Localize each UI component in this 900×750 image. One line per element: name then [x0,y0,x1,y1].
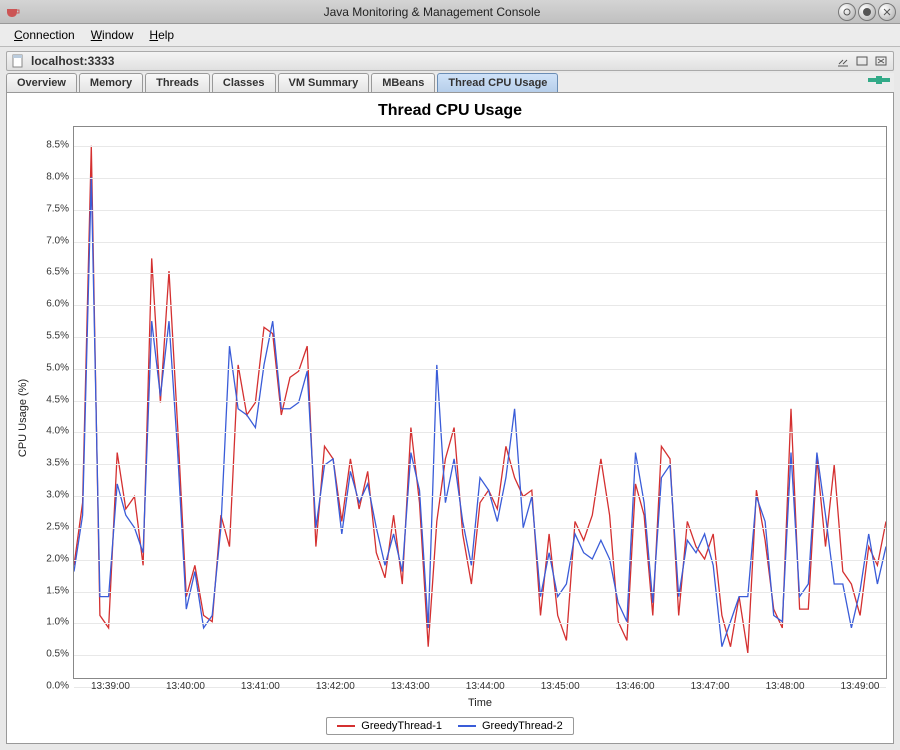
menu-connection[interactable]: Connection [6,26,83,44]
y-tick-label: 5.0% [46,362,69,373]
tab-memory[interactable]: Memory [79,73,143,92]
y-axis-label: CPU Usage (%) [17,378,29,456]
x-tick-label: 13:42:00 [316,681,355,692]
window-titlebar: Java Monitoring & Management Console [0,0,900,24]
internal-frame-header: localhost:3333 [6,51,894,71]
y-tick-label: 1.0% [46,617,69,628]
tab-classes[interactable]: Classes [212,73,276,92]
legend-label: GreedyThread-1 [361,720,442,732]
window-title: Java Monitoring & Management Console [26,5,838,19]
minimize-button[interactable] [838,3,856,21]
connection-address: localhost:3333 [31,54,832,68]
y-axis-ticks: 0.0% 0.5% 1.0% 1.5% 2.0% 2.5% 3.0% 3.5% 4.0% 4.5%… [33,126,73,709]
x-tick-label: 13:46:00 [616,681,655,692]
internal-close-button[interactable] [873,54,889,68]
y-tick-label: 8.5% [46,140,69,151]
internal-maximize-button[interactable] [854,54,870,68]
y-tick-label: 0.0% [46,681,69,692]
legend-item: GreedyThread-1 [337,720,442,732]
x-tick-label: 13:40:00 [166,681,205,692]
tab-overview[interactable]: Overview [6,73,77,92]
x-tick-label: 13:49:00 [841,681,880,692]
legend-swatch [337,725,355,727]
x-tick-label: 13:47:00 [691,681,730,692]
document-icon [11,54,25,68]
y-tick-label: 2.0% [46,553,69,564]
x-tick-label: 13:41:00 [241,681,280,692]
close-button[interactable] [878,3,896,21]
x-axis-ticks: 13:39:00 13:40:00 13:41:00 13:42:00 13:43:00… [73,679,887,695]
tab-vm-summary[interactable]: VM Summary [278,73,370,92]
internal-minimize-button[interactable] [835,54,851,68]
x-tick-label: 13:44:00 [466,681,505,692]
chart-title: Thread CPU Usage [13,99,887,126]
x-tick-label: 13:45:00 [541,681,580,692]
maximize-button[interactable] [858,3,876,21]
x-axis-label: Time [73,695,887,709]
y-tick-label: 5.5% [46,331,69,342]
y-tick-label: 6.5% [46,267,69,278]
tab-mbeans[interactable]: MBeans [371,73,435,92]
chart-plot-area [73,126,887,679]
y-tick-label: 4.5% [46,394,69,405]
legend-item: GreedyThread-2 [458,720,563,732]
y-tick-label: 2.5% [46,521,69,532]
y-tick-label: 4.0% [46,426,69,437]
legend-label: GreedyThread-2 [482,720,563,732]
x-tick-label: 13:48:00 [766,681,805,692]
y-tick-label: 3.5% [46,458,69,469]
series-line [74,177,886,647]
y-tick-label: 7.0% [46,235,69,246]
x-tick-label: 13:39:00 [91,681,130,692]
y-tick-label: 8.0% [46,171,69,182]
tab-strip: OverviewMemoryThreadsClassesVM SummaryMB… [6,73,894,93]
chart-panel: Thread CPU Usage CPU Usage (%) 0.0% 0.5% 1… [6,93,894,744]
y-tick-label: 7.5% [46,203,69,214]
tab-thread-cpu-usage[interactable]: Thread CPU Usage [437,73,558,92]
menu-help[interactable]: Help [141,26,182,44]
menu-window[interactable]: Window [83,26,142,44]
java-logo-icon [4,4,20,20]
y-tick-label: 6.0% [46,299,69,310]
menubar: Connection Window Help [0,24,900,47]
y-tick-label: 1.5% [46,585,69,596]
legend-swatch [458,725,476,727]
y-tick-label: 3.0% [46,490,69,501]
tab-threads[interactable]: Threads [145,73,210,92]
chart-legend: GreedyThread-1 GreedyThread-2 [326,717,573,735]
x-tick-label: 13:43:00 [391,681,430,692]
y-tick-label: 0.5% [46,649,69,660]
connection-status-icon [868,73,890,92]
